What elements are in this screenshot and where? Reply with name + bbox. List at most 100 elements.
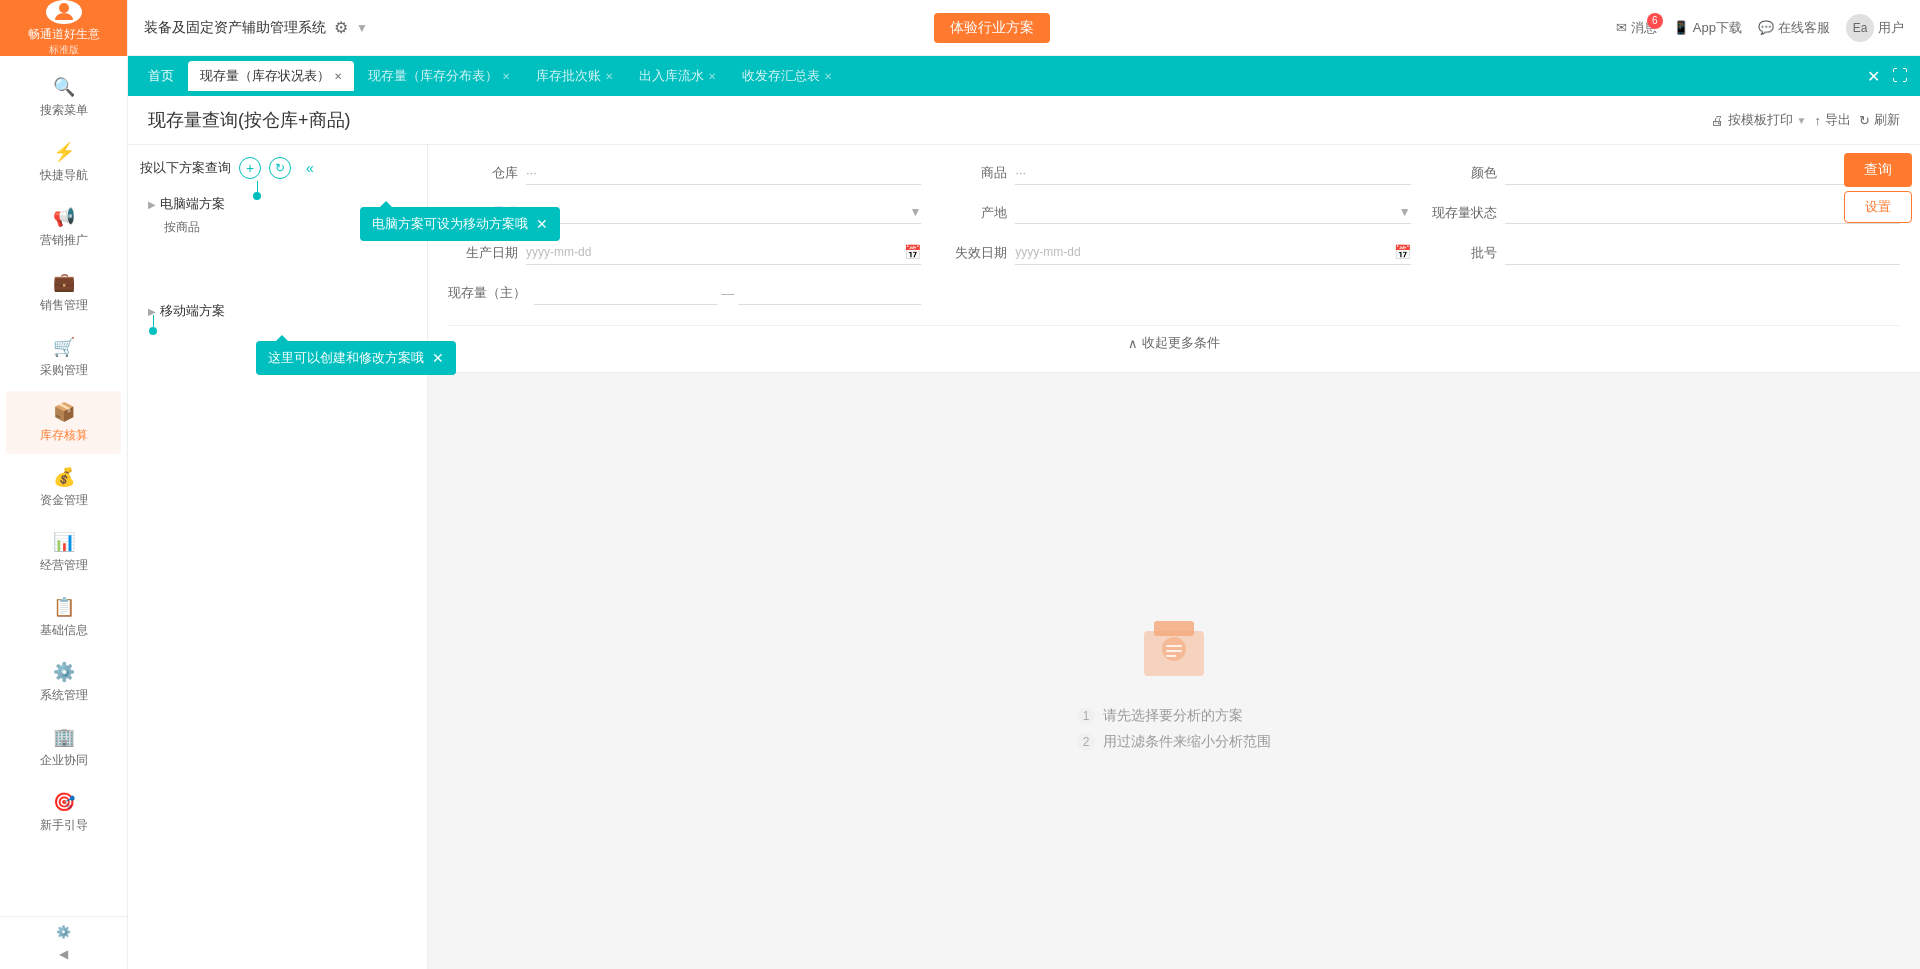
print-action[interactable]: 🖨 按模板打印 ▼ bbox=[1711, 111, 1807, 129]
user-label: 用户 bbox=[1878, 19, 1904, 37]
sidebar-collapse[interactable]: ◀ bbox=[59, 947, 68, 961]
sidebar-item-inventory[interactable]: 📦 库存核算 bbox=[6, 391, 121, 454]
refresh-action[interactable]: ↻ 刷新 bbox=[1859, 111, 1900, 129]
filter-stock-amount: 现存量（主） — bbox=[448, 277, 921, 309]
scheme-mobile-label: 移动端方案 bbox=[160, 302, 225, 320]
purchase-icon: 🛒 bbox=[53, 336, 75, 358]
tab-inventory-dist[interactable]: 现存量（库存分布表） ✕ bbox=[356, 61, 522, 91]
filter-header: 按以下方案查询 + ↻ « 电脑方案可设为移动方案哦 ✕ bbox=[140, 157, 415, 179]
origin-select[interactable]: ▼ bbox=[1015, 201, 1410, 224]
tab-collect-summary[interactable]: 收发存汇总表 ✕ bbox=[730, 61, 844, 91]
color-label: 颜色 bbox=[1427, 164, 1497, 182]
size-dropdown-arrow: ▼ bbox=[909, 205, 921, 219]
stock-amount-label: 现存量（主） bbox=[448, 284, 526, 302]
filter-row-2: 尺码 ▼ 产地 ▼ bbox=[448, 197, 1900, 236]
empty-illustration bbox=[1124, 591, 1224, 691]
tab-fullscreen-icon[interactable]: ⛶ bbox=[1888, 63, 1912, 90]
logo-icon bbox=[46, 0, 82, 24]
dropdown-arrow-icon: ▼ bbox=[356, 21, 368, 35]
sidebar-item-quick[interactable]: ⚡ 快捷导航 bbox=[6, 131, 121, 194]
filter-refresh-button[interactable]: ↻ bbox=[269, 157, 291, 179]
svg-rect-4 bbox=[1166, 645, 1182, 647]
empty-text: 1 请先选择要分析的方案 2 用过滤条件来缩小分析范围 bbox=[1077, 707, 1271, 751]
tab-batch-account-close[interactable]: ✕ bbox=[605, 71, 613, 82]
sidebar-item-enterprise[interactable]: 🏢 企业协同 bbox=[6, 716, 121, 779]
expiry-date-input[interactable]: yyyy-mm-dd 📅 bbox=[1015, 240, 1410, 265]
system-title: 装备及固定资产辅助管理系统 bbox=[144, 19, 326, 37]
filter-goods: 商品 ··· bbox=[937, 157, 1410, 189]
operations-icon: 📊 bbox=[53, 531, 75, 553]
tab-inventory-dist-close[interactable]: ✕ bbox=[502, 71, 510, 82]
sidebar-item-guide-label: 新手引导 bbox=[40, 817, 88, 834]
production-date-input[interactable]: yyyy-mm-dd 📅 bbox=[526, 240, 921, 265]
content-area: 按以下方案查询 + ↻ « 电脑方案可设为移动方案哦 ✕ bbox=[128, 145, 1920, 969]
sidebar-item-sales[interactable]: 💼 销售管理 bbox=[6, 261, 121, 324]
tab-close-all-icon[interactable]: ✕ bbox=[1863, 63, 1884, 90]
goods-label: 商品 bbox=[937, 164, 1007, 182]
goods-select[interactable]: ··· bbox=[1015, 161, 1410, 185]
user-item[interactable]: Ea 用户 bbox=[1846, 14, 1904, 42]
tab-inventory-status-close[interactable]: ✕ bbox=[334, 71, 342, 82]
expiry-date-calendar-icon: 📅 bbox=[1394, 244, 1411, 260]
amount-to-input[interactable] bbox=[738, 281, 921, 305]
svg-point-3 bbox=[1162, 637, 1186, 661]
sidebar-item-marketing[interactable]: 📢 营销推广 bbox=[6, 196, 121, 259]
topbar-gear-icon[interactable]: ⚙ bbox=[334, 18, 348, 37]
sidebar-item-finance[interactable]: 💰 资金管理 bbox=[6, 456, 121, 519]
scheme-mobile[interactable]: ▶ 移动端方案 bbox=[148, 298, 415, 324]
user-avatar: Ea bbox=[1846, 14, 1874, 42]
sidebar-item-operations[interactable]: 📊 经营管理 bbox=[6, 521, 121, 584]
tab-inventory-status[interactable]: 现存量（库存状况表） ✕ bbox=[188, 61, 354, 91]
basic-icon: 📋 bbox=[53, 596, 75, 618]
filter-row-1: 仓库 ··· 商品 ··· 颜色 bbox=[448, 157, 1900, 197]
collapse-button[interactable]: ∧ 收起更多条件 bbox=[1128, 334, 1220, 352]
origin-label: 产地 bbox=[937, 204, 1007, 222]
batch-no-input[interactable] bbox=[1505, 241, 1900, 265]
scheme-desktop-sub-label: 按商品 bbox=[164, 220, 200, 234]
logo-text: 畅通道好生意 bbox=[28, 26, 100, 43]
set-button[interactable]: 设置 bbox=[1844, 191, 1912, 223]
industry-button[interactable]: 体验行业方案 bbox=[934, 13, 1050, 43]
tab-collect-summary-close[interactable]: ✕ bbox=[824, 71, 832, 82]
tooltip-1-close[interactable]: ✕ bbox=[536, 216, 548, 232]
export-action[interactable]: ↑ 导出 bbox=[1815, 111, 1852, 129]
production-date-placeholder: yyyy-mm-dd bbox=[526, 245, 591, 259]
search-button[interactable]: 查询 bbox=[1844, 153, 1912, 187]
tooltip-2-close[interactable]: ✕ bbox=[432, 350, 444, 366]
tab-home[interactable]: 首页 bbox=[136, 61, 186, 91]
tab-batch-account[interactable]: 库存批次账 ✕ bbox=[524, 61, 625, 91]
sidebar-item-system[interactable]: ⚙️ 系统管理 bbox=[6, 651, 121, 714]
tab-in-out-flow-close[interactable]: ✕ bbox=[708, 71, 716, 82]
message-item[interactable]: ✉ 消息 6 bbox=[1616, 19, 1657, 37]
filter-label: 按以下方案查询 bbox=[140, 159, 231, 177]
filter-section: 仓库 ··· 商品 ··· 颜色 bbox=[428, 145, 1920, 373]
page-actions: 🖨 按模板打印 ▼ ↑ 导出 ↻ 刷新 bbox=[1711, 111, 1900, 129]
print-icon: 🖨 bbox=[1711, 113, 1724, 128]
online-support-item[interactable]: 💬 在线客服 bbox=[1758, 19, 1830, 37]
sidebar-item-basic[interactable]: 📋 基础信息 bbox=[6, 586, 121, 649]
empty-tip-2-num: 2 bbox=[1077, 733, 1095, 751]
marketing-icon: 📢 bbox=[53, 206, 75, 228]
sidebar-item-search[interactable]: 🔍 搜索菜单 bbox=[6, 66, 121, 129]
amount-from-input[interactable] bbox=[534, 281, 717, 305]
tab-in-out-flow[interactable]: 出入库流水 ✕ bbox=[627, 61, 728, 91]
filter-arrow-button[interactable]: « bbox=[299, 157, 321, 179]
goods-dots: ··· bbox=[1015, 165, 1026, 180]
amount-separator: — bbox=[721, 286, 734, 301]
tooltip-2-line bbox=[153, 315, 154, 327]
sidebar-item-purchase[interactable]: 🛒 采购管理 bbox=[6, 326, 121, 389]
sales-icon: 💼 bbox=[53, 271, 75, 293]
tabbar-end: ✕ ⛶ bbox=[1863, 63, 1912, 90]
sidebar-item-guide[interactable]: 🎯 新手引导 bbox=[6, 781, 121, 844]
app-download-item[interactable]: 📱 App下载 bbox=[1673, 19, 1742, 37]
sidebar-settings[interactable]: ⚙️ bbox=[56, 925, 71, 939]
collapse-row: ∧ 收起更多条件 bbox=[448, 325, 1900, 360]
right-panel: 仓库 ··· 商品 ··· 颜色 bbox=[428, 145, 1920, 969]
tooltip-2-container: 这里可以创建和修改方案哦 ✕ bbox=[136, 315, 157, 335]
size-select[interactable]: ▼ bbox=[526, 201, 921, 224]
warehouse-select[interactable]: ··· bbox=[526, 161, 921, 185]
sidebar: 畅通道好生意 标准版 🔍 搜索菜单 ⚡ 快捷导航 📢 营销推广 💼 销售管理 🛒… bbox=[0, 0, 128, 969]
svg-rect-5 bbox=[1166, 650, 1182, 652]
filter-add-button[interactable]: + bbox=[239, 157, 261, 179]
tooltip-1-text: 电脑方案可设为移动方案哦 bbox=[372, 215, 528, 233]
